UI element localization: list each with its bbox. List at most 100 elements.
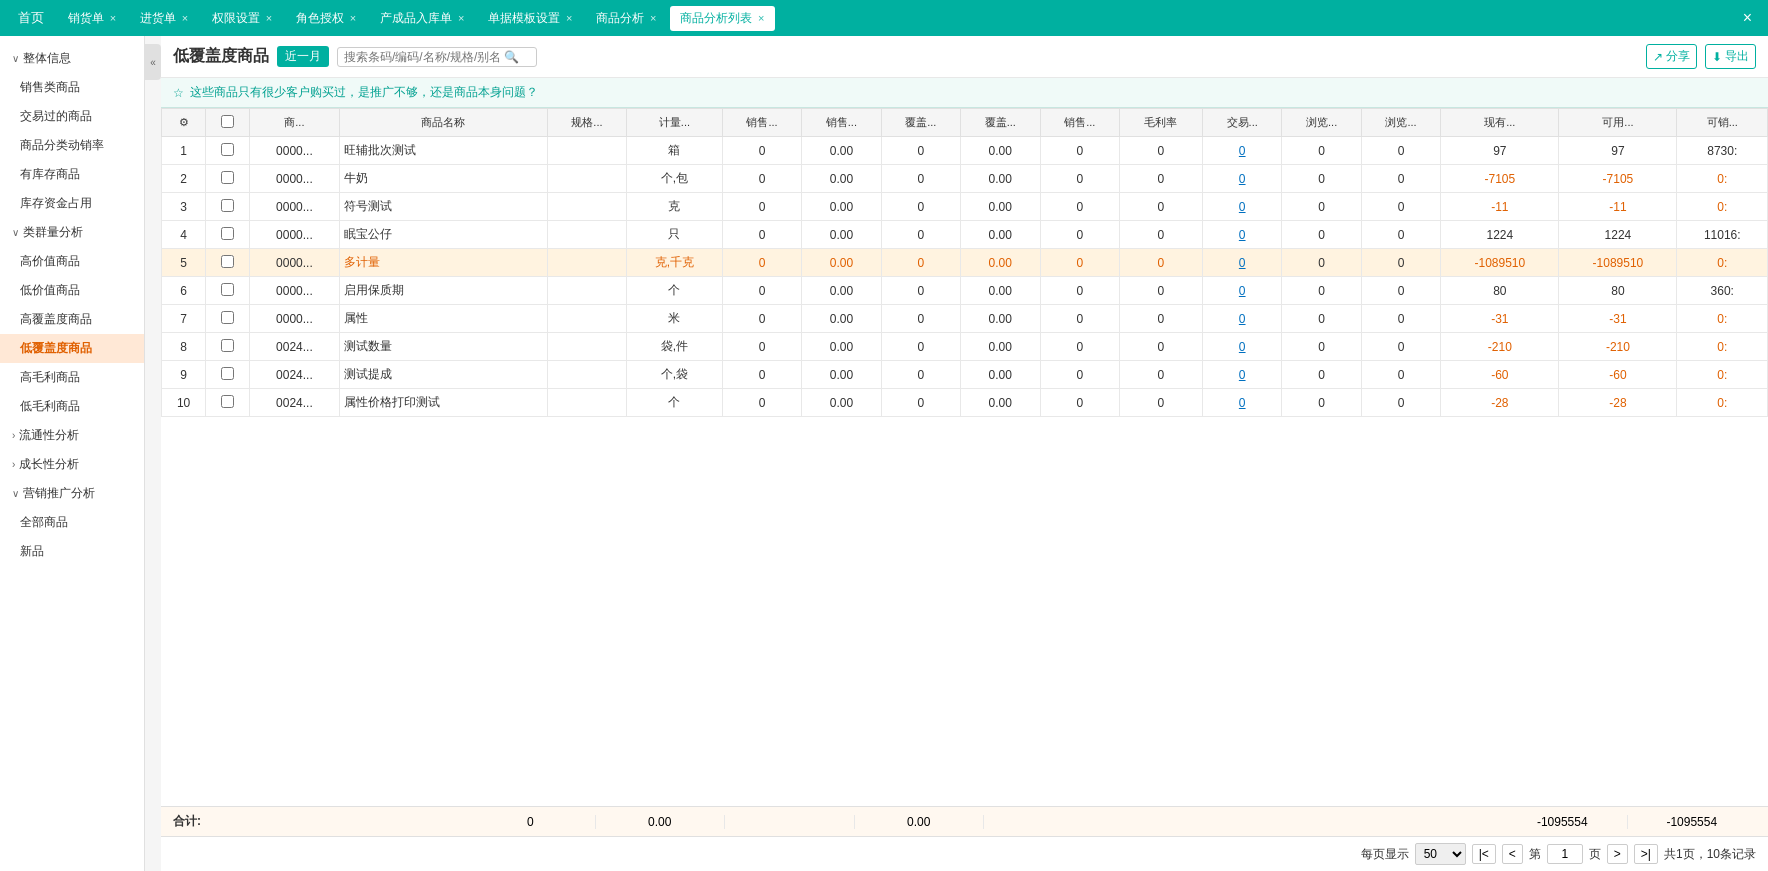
sidebar-item-traded-goods[interactable]: 交易过的商品 [0,102,144,131]
sidebar-item-all-goods[interactable]: 全部商品 [0,508,144,537]
nav-item-roles[interactable]: 角色授权 × [286,6,366,31]
page-size-label: 每页显示 [1361,846,1409,863]
row-coverage1: 0 [881,249,960,277]
row-transaction[interactable]: 0 [1202,165,1281,193]
row-transaction[interactable]: 0 [1202,361,1281,389]
row-transaction[interactable]: 0 [1202,389,1281,417]
nav-item-permissions[interactable]: 权限设置 × [202,6,282,31]
sidebar-item-low-coverage[interactable]: 低覆盖度商品 [0,334,144,363]
sidebar-item-stocked-goods[interactable]: 有库存商品 [0,160,144,189]
row-current-stock: 80 [1441,277,1559,305]
row-checkbox[interactable] [206,333,250,361]
row-checkbox[interactable] [206,361,250,389]
first-page-button[interactable]: |< [1472,844,1496,864]
row-checkbox[interactable] [206,165,250,193]
share-button[interactable]: ↗ 分享 [1646,44,1697,69]
sidebar-section-overall[interactable]: ∨ 整体信息 [0,44,144,73]
row-checkbox-input[interactable] [221,367,234,380]
row-code: 0000... [249,277,339,305]
select-all-checkbox[interactable] [221,115,234,128]
period-button[interactable]: 近一月 [277,46,329,67]
row-checkbox[interactable] [206,193,250,221]
sidebar-item-new-goods[interactable]: 新品 [0,537,144,566]
nav-close-templates[interactable]: × [566,12,572,24]
nav-item-products[interactable]: 产成品入库单 × [370,6,474,31]
row-transaction[interactable]: 0 [1202,193,1281,221]
row-coverage2: 0.00 [961,305,1040,333]
row-transaction[interactable]: 0 [1202,305,1281,333]
row-checkbox[interactable] [206,277,250,305]
sidebar-item-low-margin[interactable]: 低毛利商品 [0,392,144,421]
nav-close-roles[interactable]: × [350,12,356,24]
sidebar-item-high-coverage[interactable]: 高覆盖度商品 [0,305,144,334]
next-page-button[interactable]: > [1607,844,1628,864]
nav-close-permissions[interactable]: × [266,12,272,24]
nav-close-analysis[interactable]: × [650,12,656,24]
nav-item-analysis-list[interactable]: 商品分析列表 × [670,6,774,31]
sidebar-item-sales-goods[interactable]: 销售类商品 [0,73,144,102]
row-checkbox-input[interactable] [221,339,234,352]
row-checkbox[interactable] [206,249,250,277]
row-checkbox-input[interactable] [221,199,234,212]
prev-page-button[interactable]: < [1502,844,1523,864]
nav-close-analysis-list[interactable]: × [758,12,764,24]
row-sales-amount: 0.00 [802,165,881,193]
row-checkbox-input[interactable] [221,171,234,184]
row-checkbox-input[interactable] [221,311,234,324]
nav-item-home[interactable]: 首页 [8,5,54,31]
row-checkbox-input[interactable] [221,395,234,408]
sidebar-section-category[interactable]: ∨ 类群量分析 [0,218,144,247]
row-name: 多计量 [340,249,548,277]
nav-item-purchase[interactable]: 进货单 × [130,6,198,31]
row-browse1: 0 [1282,165,1361,193]
col-settings[interactable]: ⚙ [162,109,206,137]
sidebar-section-marketing[interactable]: ∨ 营销推广分析 [0,479,144,508]
sidebar-item-low-value[interactable]: 低价值商品 [0,276,144,305]
sidebar-section-growth[interactable]: › 成长性分析 [0,450,144,479]
nav-item-templates[interactable]: 单据模板设置 × [478,6,582,31]
sidebar-item-high-value[interactable]: 高价值商品 [0,247,144,276]
nav-close-sales[interactable]: × [110,12,116,24]
sidebar-item-category-rate[interactable]: 商品分类动销率 [0,131,144,160]
chevron-down-icon: ∨ [12,53,19,64]
row-gross-margin: 0 [1119,277,1202,305]
nav-close-products[interactable]: × [458,12,464,24]
row-transaction[interactable]: 0 [1202,277,1281,305]
col-unit: 计量... [627,109,723,137]
col-checkbox[interactable] [206,109,250,137]
row-checkbox-input[interactable] [221,143,234,156]
row-sales-count: 0 [722,389,801,417]
row-sales-amount: 0.00 [802,137,881,165]
row-checkbox[interactable] [206,221,250,249]
table-row: 40000...眠宝公仔只00.0000.0000000122412241101… [162,221,1768,249]
row-transaction[interactable]: 0 [1202,137,1281,165]
nav-close-purchase[interactable]: × [182,12,188,24]
export-button[interactable]: ⬇ 导出 [1705,44,1756,69]
row-checkbox[interactable] [206,389,250,417]
sidebar-collapse-button[interactable]: « [145,44,161,80]
row-transaction[interactable]: 0 [1202,249,1281,277]
row-gross-margin: 0 [1119,137,1202,165]
search-input[interactable] [344,50,504,64]
last-page-button[interactable]: >| [1634,844,1658,864]
row-checkbox[interactable] [206,137,250,165]
row-browse2: 0 [1361,389,1440,417]
page-size-select[interactable]: 20 50 100 [1415,843,1466,865]
page-number-input[interactable] [1547,844,1583,864]
sidebar-item-capital-usage[interactable]: 库存资金占用 [0,189,144,218]
sidebar-item-high-margin[interactable]: 高毛利商品 [0,363,144,392]
row-checkbox[interactable] [206,305,250,333]
row-transaction[interactable]: 0 [1202,221,1281,249]
sidebar-section-flow[interactable]: › 流通性分析 [0,421,144,450]
row-transaction[interactable]: 0 [1202,333,1281,361]
window-close-button[interactable]: × [1735,9,1760,27]
nav-item-sales[interactable]: 销货单 × [58,6,126,31]
row-sales3: 0 [1040,389,1119,417]
col-name: 商品名称 [340,109,548,137]
row-checkbox-input[interactable] [221,255,234,268]
table-container[interactable]: ⚙ 商... 商品名称 规格... 计量... 销售... 销售... 覆盖..… [161,108,1768,806]
row-checkbox-input[interactable] [221,283,234,296]
nav-item-analysis[interactable]: 商品分析 × [586,6,666,31]
row-checkbox-input[interactable] [221,227,234,240]
row-current-stock: -28 [1441,389,1559,417]
